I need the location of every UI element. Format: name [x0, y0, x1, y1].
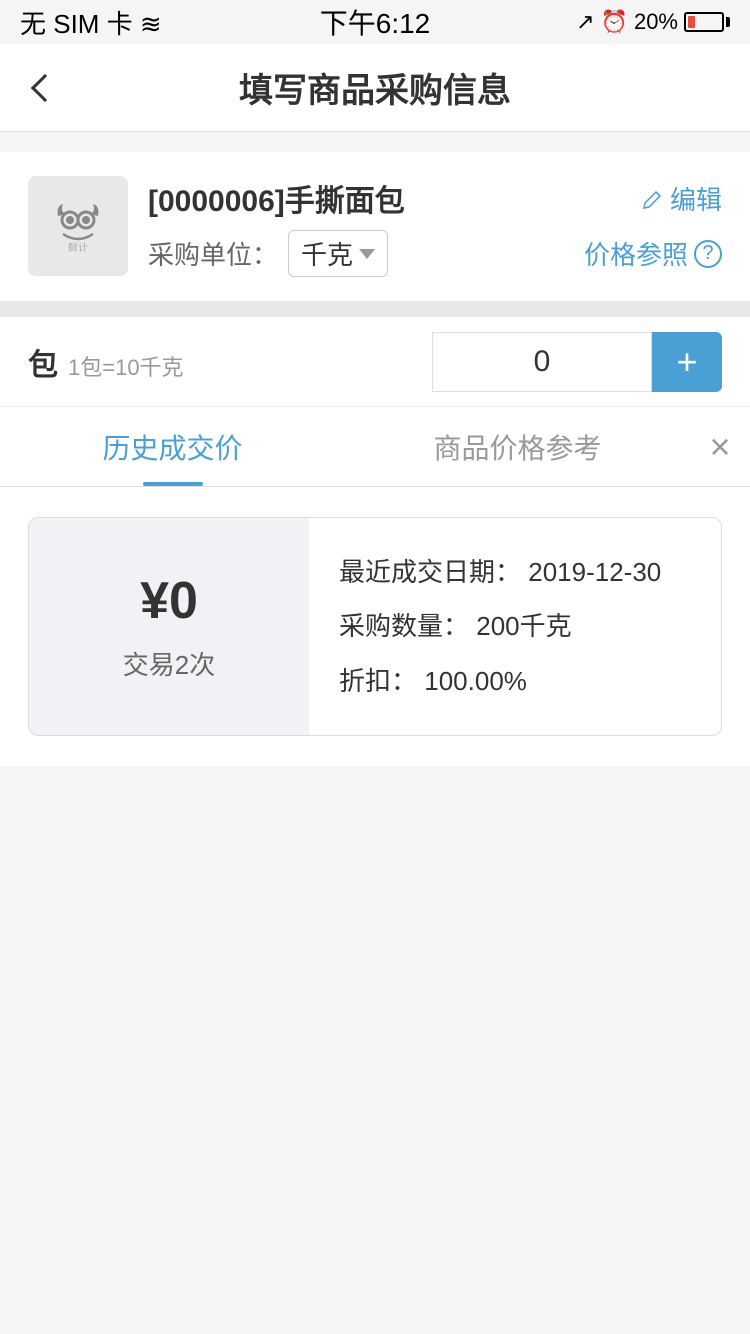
tab-price-ref-label: 商品价格参考 — [433, 427, 601, 467]
status-time: 下午6:12 — [320, 2, 431, 42]
svg-text:鲜计: 鲜计 — [68, 241, 88, 254]
quantity-plus-button[interactable]: + — [652, 332, 722, 392]
close-icon: × — [709, 426, 730, 468]
quantity-label-group: 包 1包=10千克 — [28, 340, 184, 384]
discount-value: 100.00% — [424, 666, 527, 696]
history-price-section: ¥0 交易2次 — [29, 518, 309, 735]
recent-date-label: 最近成交日期： — [339, 557, 521, 587]
tab-history-label: 历史成交价 — [102, 427, 242, 467]
battery-percent: 20% — [634, 9, 678, 35]
status-bar: 无 SIM 卡 ≋ 下午6:12 ↗ ⏰ 20% — [0, 0, 750, 44]
history-card: ¥0 交易2次 最近成交日期： 2019-12-30 采购数量： 200千克 折… — [28, 517, 722, 736]
history-content: ¥0 交易2次 最近成交日期： 2019-12-30 采购数量： 200千克 折… — [0, 487, 750, 766]
plus-icon: + — [676, 344, 697, 380]
history-trades-count: 交易2次 — [123, 645, 215, 682]
battery-icon — [684, 12, 730, 32]
alarm-icon: ⏰ — [601, 9, 628, 35]
quantity-input[interactable]: 0 — [432, 332, 652, 392]
tab-history-price[interactable]: 历史成交价 — [0, 407, 345, 486]
purchase-unit-label: 采购单位： — [148, 235, 278, 272]
product-name-row: [0000006]手撕面包 编辑 — [148, 176, 722, 220]
header: 填写商品采购信息 — [0, 44, 750, 132]
edit-icon — [642, 187, 664, 209]
dropdown-arrow-icon — [359, 249, 375, 259]
product-thumbnail: 鲜计 — [28, 176, 128, 276]
history-quantity-row: 采购数量： 200千克 — [339, 608, 691, 644]
unit-value: 千克 — [301, 235, 353, 272]
quantity-unit-sub: 1包=10千克 — [68, 350, 184, 382]
discount-label: 折扣： — [339, 666, 417, 696]
unit-dropdown[interactable]: 千克 — [288, 230, 388, 277]
status-signal: 无 SIM 卡 ≋ — [20, 4, 162, 41]
product-card: 鲜计 [0000006]手撕面包 编辑 采购单位： 千克 — [0, 152, 750, 301]
section-divider — [0, 301, 750, 317]
history-price-value: ¥0 — [140, 571, 198, 631]
edit-button[interactable]: 编辑 — [642, 180, 722, 217]
location-icon: ↗ — [576, 9, 594, 35]
tab-product-price-ref[interactable]: 商品价格参考 — [345, 407, 690, 486]
quantity-detail-label: 采购数量： — [339, 611, 469, 641]
info-circle-icon: ? — [694, 240, 722, 268]
tab-bar: 历史成交价 商品价格参考 × — [0, 407, 750, 487]
status-right-group: ↗ ⏰ 20% — [576, 9, 730, 35]
history-discount-row: 折扣： 100.00% — [339, 663, 691, 699]
close-panel-button[interactable]: × — [690, 407, 750, 486]
quantity-value: 0 — [534, 345, 551, 379]
product-top-row: 鲜计 [0000006]手撕面包 编辑 采购单位： 千克 — [28, 176, 722, 277]
quantity-input-group: 0 + — [432, 332, 722, 392]
purchase-unit-row: 采购单位： 千克 价格参照 ? — [148, 230, 722, 277]
back-button[interactable] — [20, 63, 70, 113]
product-info: [0000006]手撕面包 编辑 采购单位： 千克 — [148, 176, 722, 277]
back-arrow-icon — [31, 73, 59, 101]
tab-active-indicator — [143, 482, 203, 486]
price-reference-button[interactable]: 价格参照 ? — [584, 235, 722, 272]
product-image-icon: 鲜计 — [48, 196, 108, 256]
quantity-unit-big: 包 — [28, 340, 58, 384]
history-details-section: 最近成交日期： 2019-12-30 采购数量： 200千克 折扣： 100.0… — [309, 518, 721, 735]
bottom-panel: 历史成交价 商品价格参考 × ¥0 交易2次 最近成交日期： 2019-12-3… — [0, 407, 750, 766]
page-title: 填写商品采购信息 — [239, 63, 511, 112]
quantity-row: 包 1包=10千克 0 + — [0, 317, 750, 407]
recent-date-value: 2019-12-30 — [528, 557, 661, 587]
quantity-detail-value: 200千克 — [476, 611, 571, 641]
product-full-name: [0000006]手撕面包 — [148, 176, 405, 220]
history-recent-date-row: 最近成交日期： 2019-12-30 — [339, 554, 691, 590]
